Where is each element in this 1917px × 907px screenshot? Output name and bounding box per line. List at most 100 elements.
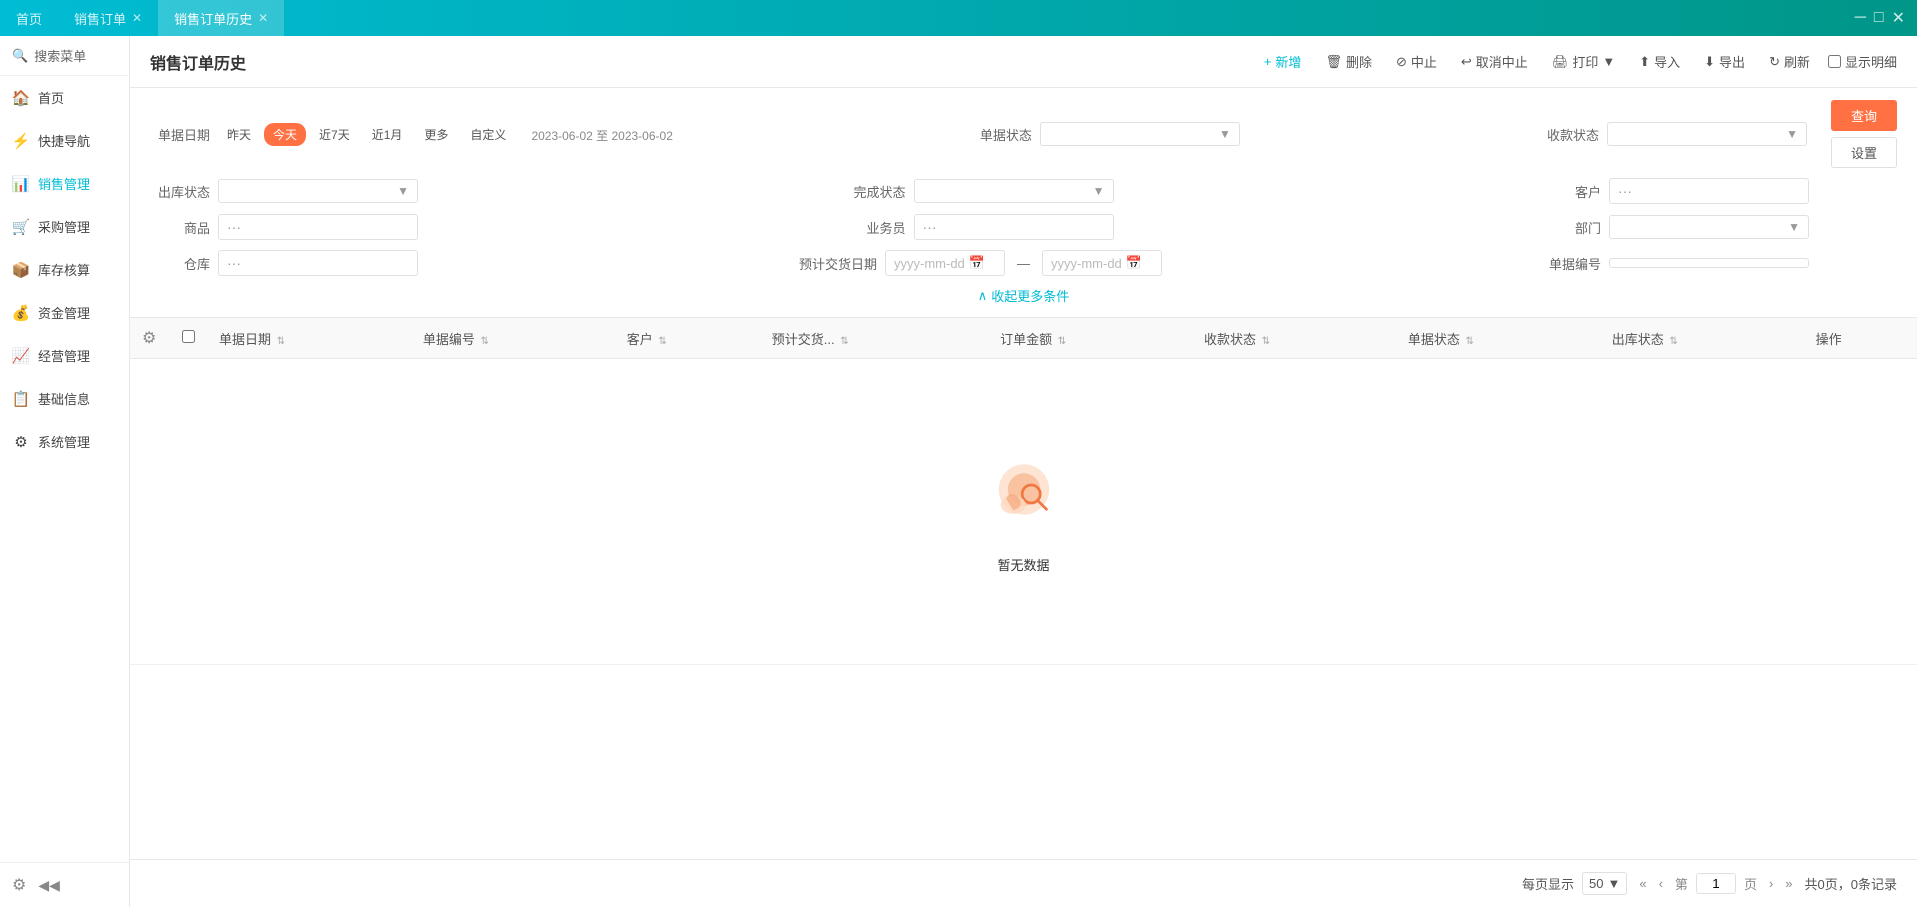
sort-no-icon[interactable]: ⇅ bbox=[481, 336, 489, 347]
sidebar-item-system[interactable]: ⚙ 系统管理 bbox=[0, 420, 129, 463]
home-icon: 🏠 bbox=[12, 89, 30, 107]
date-btn-custom[interactable]: 自定义 bbox=[461, 123, 515, 146]
page-number-input[interactable] bbox=[1696, 873, 1736, 894]
print-label: 打印 bbox=[1572, 52, 1598, 71]
sidebar-item-finance[interactable]: 💰 资金管理 bbox=[0, 291, 129, 334]
collapse-row[interactable]: ∧ 收起更多条件 bbox=[150, 286, 1897, 305]
cancel-stop-button[interactable]: ↩ 取消中止 bbox=[1455, 48, 1534, 75]
page-nav: « ‹ 第 页 › » bbox=[1635, 872, 1796, 895]
filter-row-status: 出库状态 ▼ 完成状态 ▼ 客户 ··· bbox=[150, 178, 1897, 204]
tab-sales-history-label: 销售订单历史 bbox=[174, 9, 252, 28]
data-table: ⚙ 单据日期 ⇅ 单据编号 ⇅ bbox=[130, 318, 1917, 665]
export-button[interactable]: ⬇ 导出 bbox=[1698, 48, 1751, 75]
sort-expected-icon[interactable]: ⇅ bbox=[840, 336, 848, 347]
sort-customer-icon[interactable]: ⇅ bbox=[658, 336, 666, 347]
sort-amount-icon[interactable]: ⇅ bbox=[1058, 336, 1066, 347]
table-select-all-checkbox[interactable] bbox=[182, 330, 195, 343]
tab-home-label: 首页 bbox=[16, 9, 42, 28]
sort-warehouse-icon[interactable]: ⇅ bbox=[1669, 336, 1677, 347]
table-settings-icon[interactable]: ⚙ bbox=[142, 330, 156, 347]
date-btn-1month[interactable]: 近1月 bbox=[363, 123, 412, 146]
empty-row: 暂无数据 bbox=[130, 359, 1917, 665]
new-label: 新增 bbox=[1275, 52, 1301, 71]
page-size-select[interactable]: 50 ▼ bbox=[1582, 872, 1627, 895]
page-next-button[interactable]: › bbox=[1765, 874, 1777, 893]
salesperson-input[interactable]: ··· bbox=[914, 214, 1114, 240]
settings-button[interactable]: 设置 bbox=[1831, 137, 1897, 168]
complete-select[interactable]: ▼ bbox=[914, 179, 1114, 203]
show-detail-checkbox[interactable] bbox=[1828, 55, 1841, 68]
sort-bill-icon[interactable]: ⇅ bbox=[1466, 336, 1474, 347]
basic-icon: 📋 bbox=[12, 390, 30, 408]
query-button[interactable]: 查询 bbox=[1831, 100, 1897, 131]
orderno-input[interactable] bbox=[1609, 258, 1809, 268]
goods-filter-label: 商品 bbox=[150, 218, 210, 237]
sidebar-collapse-icon[interactable]: ◀◀ bbox=[38, 877, 60, 894]
sidebar-search[interactable]: 🔍 搜索菜单 bbox=[0, 36, 129, 76]
complete-filter-label: 完成状态 bbox=[846, 182, 906, 201]
tab-sales-history-close[interactable]: ✕ bbox=[258, 11, 268, 25]
new-button[interactable]: + 新增 bbox=[1258, 48, 1308, 75]
cancel-stop-label: 取消中止 bbox=[1476, 52, 1528, 71]
expected-date-filter-label: 预计交货日期 bbox=[797, 254, 877, 273]
stop-button[interactable]: ⊘ 中止 bbox=[1390, 48, 1443, 75]
sidebar-item-inventory[interactable]: 📦 库存核算 bbox=[0, 248, 129, 291]
col-operation: 操作 bbox=[1804, 318, 1917, 359]
sidebar-item-inventory-label: 库存核算 bbox=[38, 260, 90, 279]
window-max-button[interactable]: □ bbox=[1874, 9, 1884, 27]
sidebar-item-shortcut[interactable]: ⚡ 快捷导航 bbox=[0, 119, 129, 162]
col-receipt: 收款状态 ⇅ bbox=[1192, 318, 1396, 359]
sidebar-item-home[interactable]: 🏠 首页 bbox=[0, 76, 129, 119]
status-arrow-icon: ▼ bbox=[1219, 127, 1231, 141]
refresh-button[interactable]: ↻ 刷新 bbox=[1763, 48, 1816, 75]
sort-receipt-icon[interactable]: ⇅ bbox=[1262, 336, 1270, 347]
table-settings-col: ⚙ bbox=[130, 318, 170, 359]
sidebar-item-purchase-label: 采购管理 bbox=[38, 217, 90, 236]
status-select[interactable]: ▼ bbox=[1040, 122, 1240, 146]
tab-sales-order-close[interactable]: ✕ bbox=[132, 11, 142, 25]
date-to-input[interactable]: yyyy-mm-dd 📅 bbox=[1042, 250, 1162, 276]
calendar-to-icon[interactable]: 📅 bbox=[1126, 255, 1142, 271]
window-controls: ─ □ ✕ bbox=[1843, 8, 1917, 28]
filter-row-date: 单据日期 昨天 今天 近7天 近1月 更多 自定义 2023-06-02 至 2… bbox=[150, 100, 1897, 168]
date-btn-today[interactable]: 今天 bbox=[264, 123, 306, 146]
date-btn-more[interactable]: 更多 bbox=[415, 123, 457, 146]
tab-sales-order[interactable]: 销售订单 ✕ bbox=[58, 0, 158, 36]
sidebar-item-operations[interactable]: 📈 经营管理 bbox=[0, 334, 129, 377]
window-min-button[interactable]: ─ bbox=[1855, 9, 1866, 27]
warehouse-select[interactable]: ▼ bbox=[218, 179, 418, 203]
table-body: 暂无数据 bbox=[130, 359, 1917, 665]
sidebar-item-sales[interactable]: 📊 销售管理 bbox=[0, 162, 129, 205]
delete-button[interactable]: 🗑 删除 bbox=[1319, 48, 1378, 75]
empty-text: 暂无数据 bbox=[997, 555, 1049, 574]
sidebar-item-purchase[interactable]: 🛒 采购管理 bbox=[0, 205, 129, 248]
page-prev-button[interactable]: ‹ bbox=[1655, 874, 1667, 893]
delete-icon: 🗑 bbox=[1325, 54, 1342, 70]
sidebar-item-home-label: 首页 bbox=[38, 88, 64, 107]
date-from-input[interactable]: yyyy-mm-dd 📅 bbox=[885, 250, 1005, 276]
goods-input[interactable]: ··· bbox=[218, 214, 418, 240]
collapse-up-icon: ∧ bbox=[978, 288, 988, 304]
dept-select[interactable]: ▼ bbox=[1609, 215, 1809, 239]
refresh-icon: ↻ bbox=[1769, 54, 1780, 70]
customer-input[interactable]: ··· bbox=[1609, 178, 1809, 204]
sales-icon: 📊 bbox=[12, 175, 30, 193]
tab-sales-history[interactable]: 销售订单历史 ✕ bbox=[158, 0, 284, 36]
tab-home[interactable]: 首页 bbox=[0, 0, 58, 36]
window-close-button[interactable]: ✕ bbox=[1892, 8, 1905, 28]
page-last-button[interactable]: » bbox=[1781, 874, 1796, 893]
import-button[interactable]: ⬆ 导入 bbox=[1633, 48, 1686, 75]
warehouse2-input[interactable]: ··· bbox=[218, 250, 418, 276]
page-label: 第 bbox=[1671, 872, 1692, 895]
sidebar-settings-icon[interactable]: ⚙ bbox=[12, 875, 26, 895]
sidebar-item-basic[interactable]: 📋 基础信息 bbox=[0, 377, 129, 420]
receipt-select[interactable]: ▼ bbox=[1607, 122, 1807, 146]
col-no: 单据编号 ⇅ bbox=[411, 318, 615, 359]
calendar-from-icon[interactable]: 📅 bbox=[969, 255, 985, 271]
date-btn-7days[interactable]: 近7天 bbox=[310, 123, 359, 146]
print-button[interactable]: 🖨 打印 ▼ bbox=[1546, 48, 1621, 75]
sort-date-icon[interactable]: ⇅ bbox=[277, 336, 285, 347]
date-btn-yesterday[interactable]: 昨天 bbox=[218, 123, 260, 146]
page-first-button[interactable]: « bbox=[1635, 874, 1650, 893]
show-detail-checkbox-label[interactable]: 显示明细 bbox=[1828, 52, 1897, 71]
